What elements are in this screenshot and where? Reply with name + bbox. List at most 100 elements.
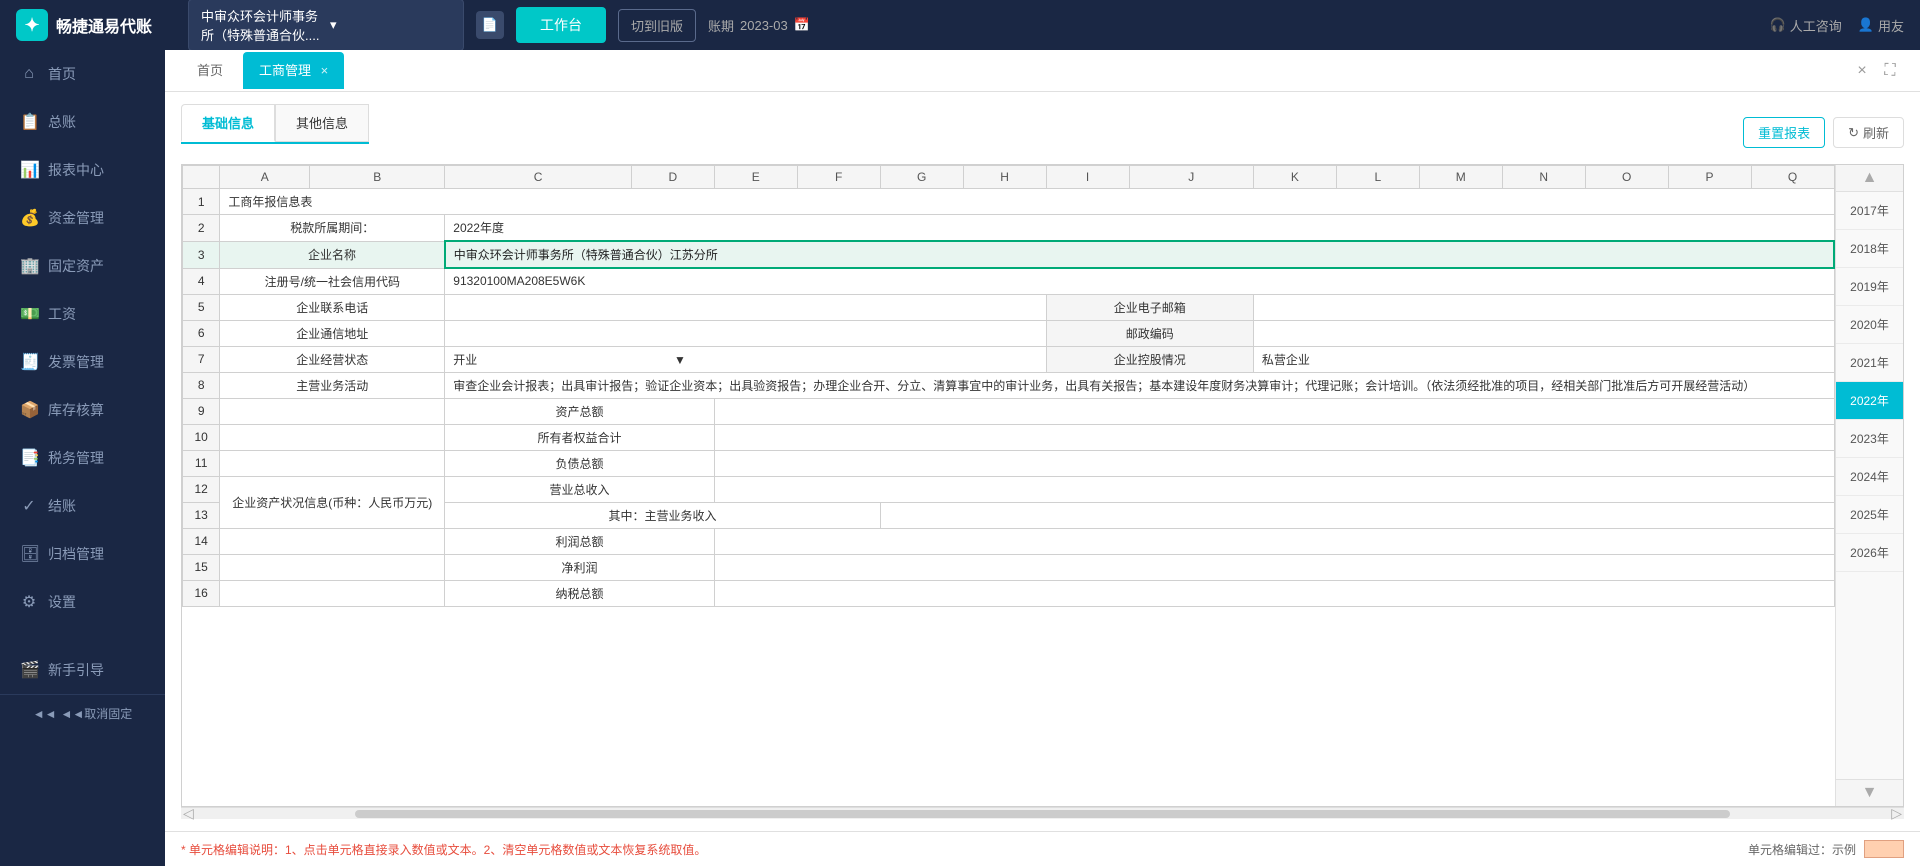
- r15-label: [220, 554, 445, 580]
- assets-total-value[interactable]: [714, 398, 1834, 424]
- customer-service-button[interactable]: 🎧 人工咨询: [1770, 16, 1842, 35]
- row-number: 7: [183, 346, 220, 372]
- phone-value[interactable]: [445, 294, 1046, 320]
- liabilities-value[interactable]: [714, 450, 1834, 476]
- tab-close-icon[interactable]: ×: [321, 63, 329, 78]
- spreadsheet-container[interactable]: A B C D E F G H I J: [182, 165, 1835, 806]
- col-header-p: P: [1668, 166, 1751, 189]
- email-label: 企业电子邮箱: [1046, 294, 1253, 320]
- company-name-value[interactable]: 中审众环会计师事务所（特殊普通合伙）江苏分所: [445, 241, 1834, 268]
- row-number: 12: [183, 476, 220, 502]
- user-icon: 👤: [1858, 17, 1874, 33]
- r10-label: [220, 424, 445, 450]
- col-header-o: O: [1585, 166, 1668, 189]
- sidebar-item-invoice[interactable]: 🧾 发票管理: [0, 338, 165, 386]
- year-panel-down[interactable]: ▼: [1836, 779, 1903, 806]
- edit-example: 单元格编辑过：示例: [1748, 840, 1904, 858]
- sidebar-item-reports[interactable]: 📊 报表中心: [0, 146, 165, 194]
- refresh-button[interactable]: ↻ 刷新: [1833, 117, 1904, 148]
- sidebar-item-salary[interactable]: 💵 工资: [0, 290, 165, 338]
- address-value[interactable]: [445, 320, 1046, 346]
- sidebar-item-archive[interactable]: 🗄 归档管理: [0, 530, 165, 578]
- sidebar-item-label: 工资: [48, 304, 76, 324]
- table-row: 3 企业名称 中审众环会计师事务所（特殊普通合伙）江苏分所: [183, 241, 1835, 268]
- sidebar-item-label: 资金管理: [48, 208, 104, 228]
- tax-icon: 📑: [20, 448, 38, 468]
- year-item-2020[interactable]: 2020年: [1836, 306, 1903, 344]
- year-item-2024[interactable]: 2024年: [1836, 458, 1903, 496]
- biz-status-value[interactable]: 开业 ▼: [445, 346, 1046, 372]
- refresh-icon: ↻: [1848, 125, 1859, 141]
- period-label-cell: 税款所属期间：: [220, 215, 445, 242]
- workbench-button[interactable]: 工作台: [516, 7, 606, 43]
- reset-report-button[interactable]: 重置报表: [1743, 117, 1825, 148]
- period-value-cell[interactable]: 2022年度: [445, 215, 1834, 242]
- table-row: 4 注册号/统一社会信用代码 91320100MA208E5W6K: [183, 268, 1835, 294]
- sidebar-item-label: 首页: [48, 64, 76, 84]
- sidebar-item-assets[interactable]: 🏢 固定资产: [0, 242, 165, 290]
- example-box: [1864, 840, 1904, 858]
- tax-value[interactable]: [714, 580, 1834, 606]
- revenue-total-value[interactable]: [714, 476, 1834, 502]
- sidebar-item-inventory[interactable]: 📦 库存核算: [0, 386, 165, 434]
- reg-number-value[interactable]: 91320100MA208E5W6K: [445, 268, 1834, 294]
- email-value[interactable]: [1253, 294, 1834, 320]
- sidebar-item-finance[interactable]: 💰 资金管理: [0, 194, 165, 242]
- sub-tab-basic[interactable]: 基础信息: [181, 104, 275, 142]
- year-item-2021[interactable]: 2021年: [1836, 344, 1903, 382]
- row-number: 16: [183, 580, 220, 606]
- net-profit-label: 净利润: [445, 554, 715, 580]
- main-revenue-value[interactable]: [880, 502, 1834, 528]
- user-menu[interactable]: 👤 用友: [1858, 16, 1904, 35]
- sub-tab-other[interactable]: 其他信息: [275, 104, 369, 142]
- year-panel-up[interactable]: ▲: [1836, 165, 1903, 192]
- phone-label: 企业联系电话: [220, 294, 445, 320]
- tab-business-registration[interactable]: 工商管理 ×: [243, 52, 344, 89]
- row-number: 10: [183, 424, 220, 450]
- scroll-left-icon[interactable]: ◁: [183, 805, 207, 822]
- equity-value[interactable]: [714, 424, 1834, 450]
- sidebar-item-label: 新手引导: [48, 660, 104, 680]
- company-selector[interactable]: 中审众环会计师事务所（特殊普通合伙.... ▾: [188, 0, 464, 51]
- year-item-2018[interactable]: 2018年: [1836, 230, 1903, 268]
- main-biz-value[interactable]: 审查企业会计报表；出具审计报告；验证企业资本；出具验资报告；办理企业合开、分立、…: [445, 372, 1834, 398]
- tab-home[interactable]: 首页: [181, 52, 239, 89]
- table-title-cell[interactable]: 工商年报信息表: [220, 189, 1834, 215]
- scroll-thumb[interactable]: [355, 810, 1730, 818]
- net-profit-value[interactable]: [714, 554, 1834, 580]
- calendar-icon[interactable]: 📅: [794, 17, 810, 33]
- sidebar-item-home[interactable]: ⌂ 首页: [0, 50, 165, 98]
- sidebar-item-label: 库存核算: [48, 400, 104, 420]
- postcode-value[interactable]: [1253, 320, 1834, 346]
- sidebar-item-close-accounts[interactable]: ✓ 结账: [0, 482, 165, 530]
- app-logo: ✦ 畅捷通易代账: [16, 9, 176, 41]
- horizontal-scrollbar[interactable]: ◁ ▷: [181, 807, 1904, 819]
- sidebar-item-label: 固定资产: [48, 256, 104, 276]
- year-item-2025[interactable]: 2025年: [1836, 496, 1903, 534]
- year-item-2023[interactable]: 2023年: [1836, 420, 1903, 458]
- user-label: 用友: [1878, 16, 1904, 35]
- year-item-2019[interactable]: 2019年: [1836, 268, 1903, 306]
- close-window-button[interactable]: ×: [1848, 57, 1876, 85]
- row-number: 14: [183, 528, 220, 554]
- edit-example-label: 单元格编辑过：示例: [1748, 841, 1856, 858]
- col-header-l: L: [1336, 166, 1419, 189]
- sidebar-item-ledger[interactable]: 📋 总账: [0, 98, 165, 146]
- inventory-icon: 📦: [20, 400, 38, 420]
- sidebar-item-newguide[interactable]: 🎬 新手引导: [0, 646, 165, 694]
- scroll-right-icon[interactable]: ▷: [1878, 805, 1902, 822]
- company-name: 中审众环会计师事务所（特殊普通合伙....: [201, 6, 322, 44]
- switch-version-button[interactable]: 切到旧版: [618, 9, 696, 42]
- sidebar-item-settings[interactable]: ⚙ 设置: [0, 578, 165, 626]
- year-item-2022[interactable]: 2022年: [1836, 382, 1903, 420]
- sidebar-item-tax[interactable]: 📑 税务管理: [0, 434, 165, 482]
- col-header-m: M: [1419, 166, 1502, 189]
- maximize-window-button[interactable]: ⛶: [1876, 57, 1904, 85]
- stock-info-value[interactable]: 私营企业: [1253, 346, 1834, 372]
- doc-icon[interactable]: 📄: [476, 11, 504, 39]
- sidebar-pin-button[interactable]: ◄◄ ◄◄取消固定: [0, 694, 165, 732]
- profit-value[interactable]: [714, 528, 1834, 554]
- year-item-2017[interactable]: 2017年: [1836, 192, 1903, 230]
- year-item-2026[interactable]: 2026年: [1836, 534, 1903, 572]
- table-row: 10 所有者权益合计: [183, 424, 1835, 450]
